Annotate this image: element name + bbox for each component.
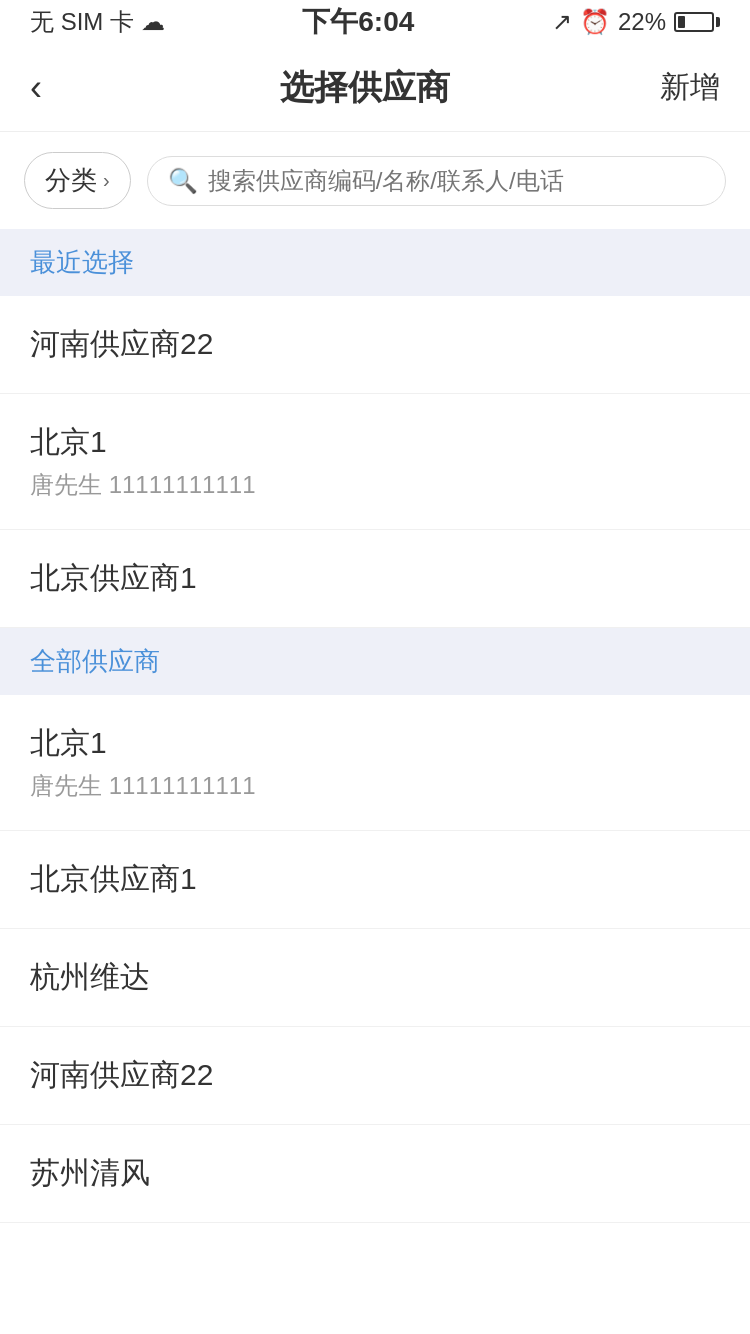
- item-sub: 唐先生 11111111111: [30, 469, 720, 501]
- sim-status: 无 SIM 卡 ☁: [30, 6, 165, 38]
- status-bar: 无 SIM 卡 ☁ 下午6:04 ↗ ⏰ 22%: [0, 0, 750, 44]
- list-item[interactable]: 河南供应商22: [0, 1027, 750, 1125]
- category-label: 分类: [45, 163, 97, 198]
- item-name: 苏州清风: [30, 1153, 720, 1194]
- chevron-right-icon: ›: [103, 169, 110, 192]
- alarm-icon: ⏰: [580, 8, 610, 36]
- list-item[interactable]: 杭州维达: [0, 929, 750, 1027]
- item-name: 北京供应商1: [30, 558, 720, 599]
- item-name: 北京供应商1: [30, 859, 720, 900]
- search-icon: 🔍: [168, 167, 198, 195]
- list-item[interactable]: 北京供应商1: [0, 530, 750, 628]
- item-sub: 唐先生 11111111111: [30, 770, 720, 802]
- search-box: 🔍: [147, 156, 726, 206]
- item-name: 北京1: [30, 723, 720, 764]
- recent-section-header: 最近选择: [0, 229, 750, 296]
- nav-bar: ‹ 选择供应商 新增: [0, 44, 750, 132]
- item-name: 北京1: [30, 422, 720, 463]
- all-items-list: 北京1 唐先生 11111111111 北京供应商1 杭州维达河南供应商22 苏州清风: [0, 695, 750, 1223]
- recent-items-list: 河南供应商22 北京1 唐先生 11111111111 北京供应商1: [0, 296, 750, 628]
- list-item[interactable]: 北京1 唐先生 11111111111: [0, 695, 750, 831]
- item-name: 杭州维达: [30, 957, 720, 998]
- list-item[interactable]: 北京供应商1: [0, 831, 750, 929]
- location-icon: ↗: [552, 8, 572, 36]
- list-item[interactable]: 河南供应商22: [0, 296, 750, 394]
- filter-bar: 分类 › 🔍: [0, 132, 750, 229]
- status-right: ↗ ⏰ 22%: [552, 8, 720, 36]
- page-title: 选择供应商: [280, 65, 450, 111]
- new-button[interactable]: 新增: [640, 67, 720, 108]
- list-item[interactable]: 北京1 唐先生 11111111111: [0, 394, 750, 530]
- status-left: 无 SIM 卡 ☁: [30, 6, 165, 38]
- battery-icon: [674, 12, 720, 32]
- search-input[interactable]: [208, 167, 705, 195]
- category-filter-button[interactable]: 分类 ›: [24, 152, 131, 209]
- item-name: 河南供应商22: [30, 324, 720, 365]
- item-name: 河南供应商22: [30, 1055, 720, 1096]
- battery-percent: 22%: [618, 8, 666, 36]
- back-button[interactable]: ‹: [30, 67, 90, 109]
- status-time: 下午6:04: [302, 3, 414, 41]
- all-section-header: 全部供应商: [0, 628, 750, 695]
- list-item[interactable]: 苏州清风: [0, 1125, 750, 1223]
